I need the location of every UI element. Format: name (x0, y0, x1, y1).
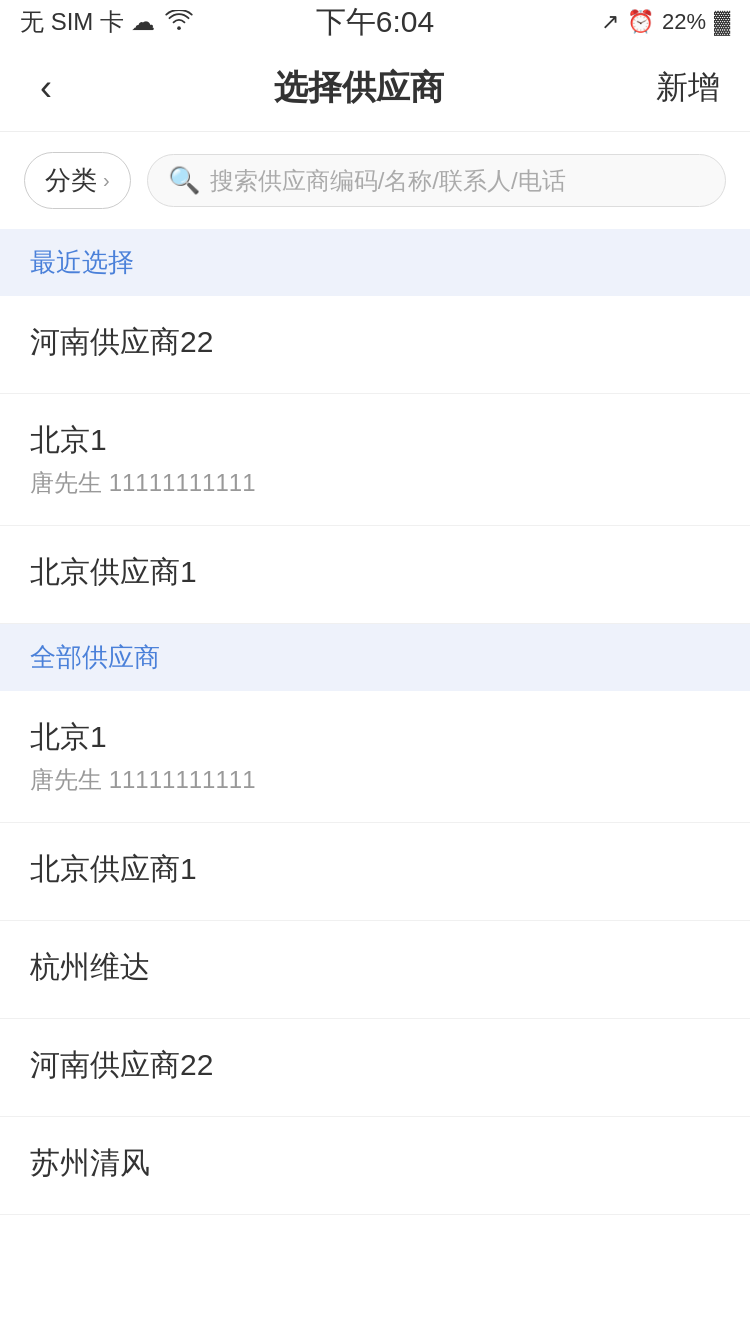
item-name: 河南供应商22 (30, 1045, 720, 1086)
recent-section-label: 最近选择 (30, 247, 134, 277)
all-section-header: 全部供应商 (0, 624, 750, 691)
item-name: 北京供应商1 (30, 552, 720, 593)
status-left: 无 SIM 卡 ☁ (20, 6, 193, 38)
item-name: 北京1 (30, 717, 720, 758)
location-icon: ↗ (601, 9, 619, 35)
all-list-item[interactable]: 杭州维达 (0, 921, 750, 1019)
item-name: 北京1 (30, 420, 720, 461)
all-list-item[interactable]: 北京1 唐先生 11111111111 (0, 691, 750, 823)
search-box[interactable]: 🔍 (147, 154, 726, 207)
all-list-item[interactable]: 苏州清风 (0, 1117, 750, 1215)
battery-label: 22% (662, 9, 706, 35)
recent-list-item[interactable]: 北京1 唐先生 11111111111 (0, 394, 750, 526)
back-button[interactable]: ‹ (30, 57, 62, 119)
search-icon: 🔍 (168, 165, 200, 196)
wifi-icon (165, 8, 193, 36)
new-action-button[interactable]: 新增 (656, 66, 720, 110)
item-name: 苏州清风 (30, 1143, 720, 1184)
all-items-list: 北京1 唐先生 11111111111 北京供应商1 杭州维达河南供应商22 苏州清风 (0, 691, 750, 1215)
item-name: 北京供应商1 (30, 849, 720, 890)
recent-list-item[interactable]: 河南供应商22 (0, 296, 750, 394)
status-bar: 无 SIM 卡 ☁ 下午6:04 ↗ ⏰ 22% ▓ (0, 0, 750, 44)
all-list-item[interactable]: 北京供应商1 (0, 823, 750, 921)
page-title: 选择供应商 (274, 65, 444, 111)
all-list-item[interactable]: 河南供应商22 (0, 1019, 750, 1117)
nav-bar: ‹ 选择供应商 新增 (0, 44, 750, 132)
no-sim-label: 无 SIM 卡 ☁ (20, 6, 155, 38)
item-sub: 唐先生 11111111111 (30, 467, 720, 499)
status-right: ↗ ⏰ 22% ▓ (601, 9, 730, 35)
category-button[interactable]: 分类 › (24, 152, 131, 209)
chevron-right-icon: › (103, 169, 110, 192)
alarm-icon: ⏰ (627, 9, 654, 35)
item-name: 河南供应商22 (30, 322, 720, 363)
filter-bar: 分类 › 🔍 (0, 132, 750, 229)
category-label: 分类 (45, 163, 97, 198)
battery-icon: ▓ (714, 9, 730, 35)
search-input[interactable] (210, 167, 705, 195)
all-section-label: 全部供应商 (30, 642, 160, 672)
recent-items-list: 河南供应商22 北京1 唐先生 11111111111 北京供应商1 (0, 296, 750, 624)
recent-list-item[interactable]: 北京供应商1 (0, 526, 750, 624)
recent-section-header: 最近选择 (0, 229, 750, 296)
item-name: 杭州维达 (30, 947, 720, 988)
status-time: 下午6:04 (316, 2, 434, 43)
item-sub: 唐先生 11111111111 (30, 764, 720, 796)
